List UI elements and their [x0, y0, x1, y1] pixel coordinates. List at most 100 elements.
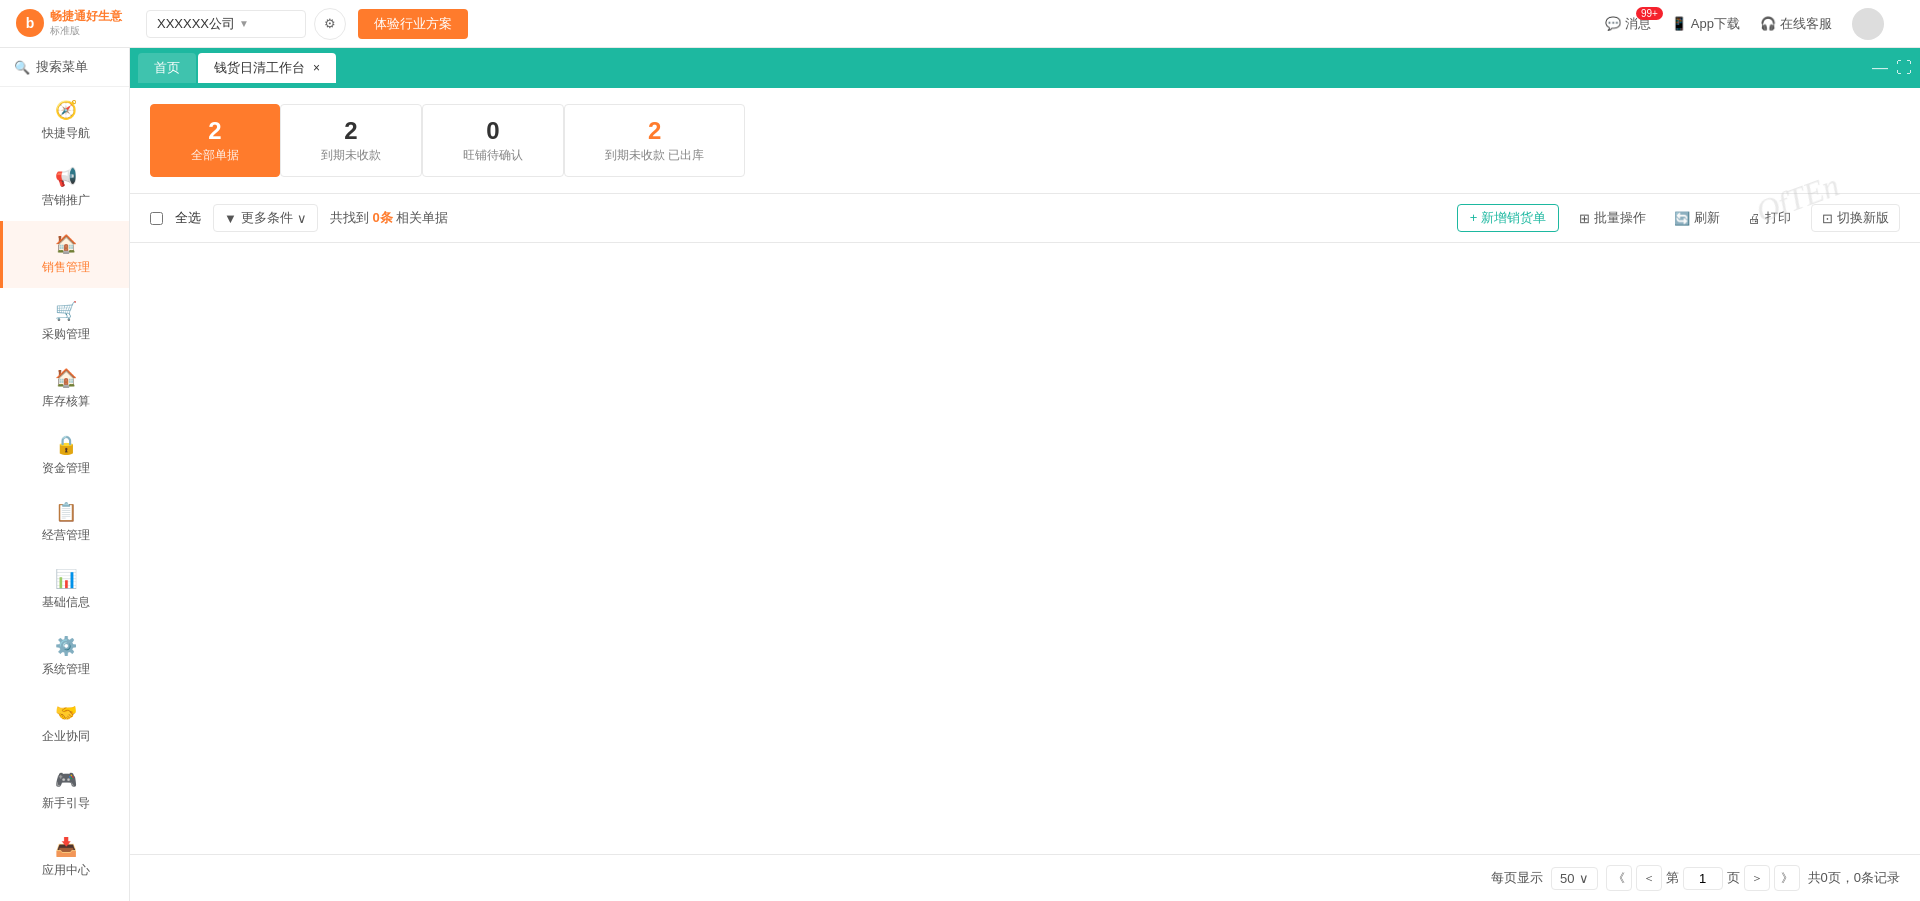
toolbar-right: + 新增销货单 ⊞ 批量操作 🔄 刷新 🖨 打印 ⊡: [1457, 204, 1900, 232]
download-icon: 📱: [1671, 16, 1687, 31]
table-area: [130, 243, 1920, 854]
stat-label-pending: 旺铺待确认: [463, 147, 523, 164]
sales-icon: 🏠: [55, 233, 77, 255]
sidebar-item-purchase[interactable]: 🛒 采购管理: [0, 288, 129, 355]
inventory-icon: 🏠: [55, 367, 77, 389]
found-count: 0条: [373, 210, 393, 225]
sidebar-item-sales[interactable]: 🏠 销售管理: [0, 221, 129, 288]
sidebar-item-guide[interactable]: 🎮 新手引导: [0, 757, 129, 824]
page-size-select[interactable]: 50 ∨: [1551, 867, 1597, 890]
sidebar-item-funds[interactable]: 🔒 资金管理: [0, 422, 129, 489]
switch-version-button[interactable]: ⊡ 切换新版: [1811, 204, 1900, 232]
company-selector[interactable]: XXXXXX公司 ▼: [146, 10, 306, 38]
add-sales-button[interactable]: + 新增销货单: [1457, 204, 1559, 232]
print-icon: 🖨: [1748, 211, 1761, 226]
sidebar-item-operations[interactable]: 📋 经营管理: [0, 489, 129, 556]
sidebar: 🔍 搜索菜单 🧭 快捷导航 📢 营销推广 🏠 销售管理 🛒 采购管理 🏠 库存核…: [0, 48, 130, 901]
sidebar-item-system[interactable]: ⚙️ 系统管理: [0, 623, 129, 690]
settings-button[interactable]: ⚙: [314, 8, 346, 40]
sidebar-item-marketing[interactable]: 📢 营销推广: [0, 154, 129, 221]
online-service-button[interactable]: 🎧 在线客服: [1760, 15, 1832, 33]
tab-home[interactable]: 首页: [138, 53, 196, 83]
message-icon: 💬: [1605, 16, 1621, 31]
stat-card-overdue-shipped[interactable]: 2 到期未收款 已出库: [564, 104, 745, 177]
stat-label-all: 全部单据: [191, 147, 239, 164]
stat-card-pending[interactable]: 0 旺铺待确认: [422, 104, 564, 177]
close-icon[interactable]: ×: [313, 61, 320, 75]
first-page-button[interactable]: 《: [1606, 865, 1632, 891]
cart-icon: 🛒: [55, 300, 77, 322]
stat-card-overdue[interactable]: 2 到期未收款: [280, 104, 422, 177]
topbar: b 畅捷通好生意 标准版 XXXXXX公司 ▼ ⚙ 体验行业方案 💬 消息 99…: [0, 0, 1920, 48]
content-area: 首页 钱货日清工作台 × — ⛶ 2 全部单据: [130, 48, 1920, 901]
app-download-button[interactable]: 📱 App下载: [1671, 15, 1740, 33]
experience-button[interactable]: 体验行业方案: [358, 9, 468, 39]
megaphone-icon: 📢: [55, 166, 77, 188]
toolbar: 全选 ▼ 更多条件 ∨ 共找到 0条 相关单据 + 新增销货单 ⊞: [130, 194, 1920, 243]
prev-page-button[interactable]: ＜: [1636, 865, 1662, 891]
page-content: 2 全部单据 2 到期未收款 0 旺铺待确认 2 到期未收款 已出库: [130, 88, 1920, 901]
pagination-bar: 每页显示 50 ∨ 《 ＜ 第 页 ＞ 》 共0页，0条记录: [130, 854, 1920, 901]
stat-card-all[interactable]: 2 全部单据: [150, 104, 280, 177]
logo-sub: 标准版: [50, 24, 122, 38]
refresh-button[interactable]: 🔄 刷新: [1666, 205, 1728, 231]
batch-icon: ⊞: [1579, 211, 1590, 226]
maximize-icon[interactable]: ⛶: [1896, 59, 1912, 77]
sidebar-item-quick-nav[interactable]: 🧭 快捷导航: [0, 87, 129, 154]
filter-icon: ▼: [224, 211, 237, 226]
filter-button[interactable]: ▼ 更多条件 ∨: [213, 204, 318, 232]
avatar[interactable]: [1852, 8, 1884, 40]
next-page-button[interactable]: ＞: [1744, 865, 1770, 891]
dropdown-icon: ∨: [1579, 871, 1589, 886]
switch-icon: ⊡: [1822, 211, 1833, 226]
message-button[interactable]: 💬 消息 99+: [1605, 15, 1651, 33]
stats-section: 2 全部单据 2 到期未收款 0 旺铺待确认 2 到期未收款 已出库: [130, 88, 1920, 194]
refresh-icon: 🔄: [1674, 211, 1690, 226]
sidebar-item-app-center[interactable]: 📥 应用中心: [0, 824, 129, 891]
chevron-down-icon: ▼: [239, 18, 249, 29]
page-size-label: 每页显示: [1491, 869, 1543, 887]
compass-icon: 🧭: [55, 99, 77, 121]
toolbar-left: 全选 ▼ 更多条件 ∨ 共找到 0条 相关单据: [150, 204, 1445, 232]
chevron-icon: ∨: [297, 211, 307, 226]
lock-icon: 🔒: [55, 434, 77, 456]
sidebar-item-inventory[interactable]: 🏠 库存核算: [0, 355, 129, 422]
stat-label-overdue: 到期未收款: [321, 147, 381, 164]
print-button[interactable]: 🖨 打印: [1740, 205, 1799, 231]
stat-number-overdue-shipped: 2: [648, 117, 661, 145]
clipboard-icon: 📋: [55, 501, 77, 523]
sidebar-item-enterprise[interactable]: 🤝 企业协同: [0, 690, 129, 757]
gear-icon: ⚙️: [55, 635, 77, 657]
tab-workbench[interactable]: 钱货日清工作台 ×: [198, 53, 336, 83]
batch-operation-button[interactable]: ⊞ 批量操作: [1571, 205, 1654, 231]
main-layout: 🔍 搜索菜单 🧭 快捷导航 📢 营销推广 🏠 销售管理 🛒 采购管理 🏠 库存核…: [0, 48, 1920, 901]
topbar-right: 💬 消息 99+ 📱 App下载 🎧 在线客服: [1605, 8, 1904, 40]
service-icon: 🎧: [1760, 16, 1776, 31]
page-number-input[interactable]: [1683, 867, 1723, 890]
chart-icon: 📊: [55, 568, 77, 590]
search-menu-button[interactable]: 🔍 搜索菜单: [0, 48, 129, 87]
page-nav: 《 ＜ 第 页 ＞ 》: [1606, 865, 1800, 891]
stats-cards: 2 全部单据 2 到期未收款 0 旺铺待确认 2 到期未收款 已出库: [150, 104, 1900, 177]
logo-text: 畅捷通好生意: [50, 9, 122, 23]
message-badge: 99+: [1636, 7, 1663, 20]
logo-icon: b: [16, 9, 44, 37]
stat-number-pending: 0: [486, 117, 499, 145]
stat-number-all: 2: [208, 117, 221, 145]
handshake-icon: 🤝: [55, 702, 77, 724]
found-text: 共找到 0条 相关单据: [330, 209, 448, 227]
select-all-checkbox[interactable]: [150, 212, 163, 225]
sidebar-item-wechat[interactable]: 💬 企业微信: [0, 891, 129, 901]
select-all-label: 全选: [175, 209, 201, 227]
minimize-icon[interactable]: —: [1872, 59, 1888, 77]
search-icon: 🔍: [14, 60, 30, 75]
stat-label-overdue-shipped: 到期未收款 已出库: [605, 147, 704, 164]
logo: b 畅捷通好生意 标准版: [16, 9, 146, 37]
total-text: 共0页，0条记录: [1808, 869, 1900, 887]
guide-icon: 🎮: [55, 769, 77, 791]
last-page-button[interactable]: 》: [1774, 865, 1800, 891]
tab-bar: 首页 钱货日清工作台 × — ⛶: [130, 48, 1920, 88]
company-name: XXXXXX公司: [157, 15, 235, 33]
sidebar-item-basic-info[interactable]: 📊 基础信息: [0, 556, 129, 623]
stat-number-overdue: 2: [344, 117, 357, 145]
